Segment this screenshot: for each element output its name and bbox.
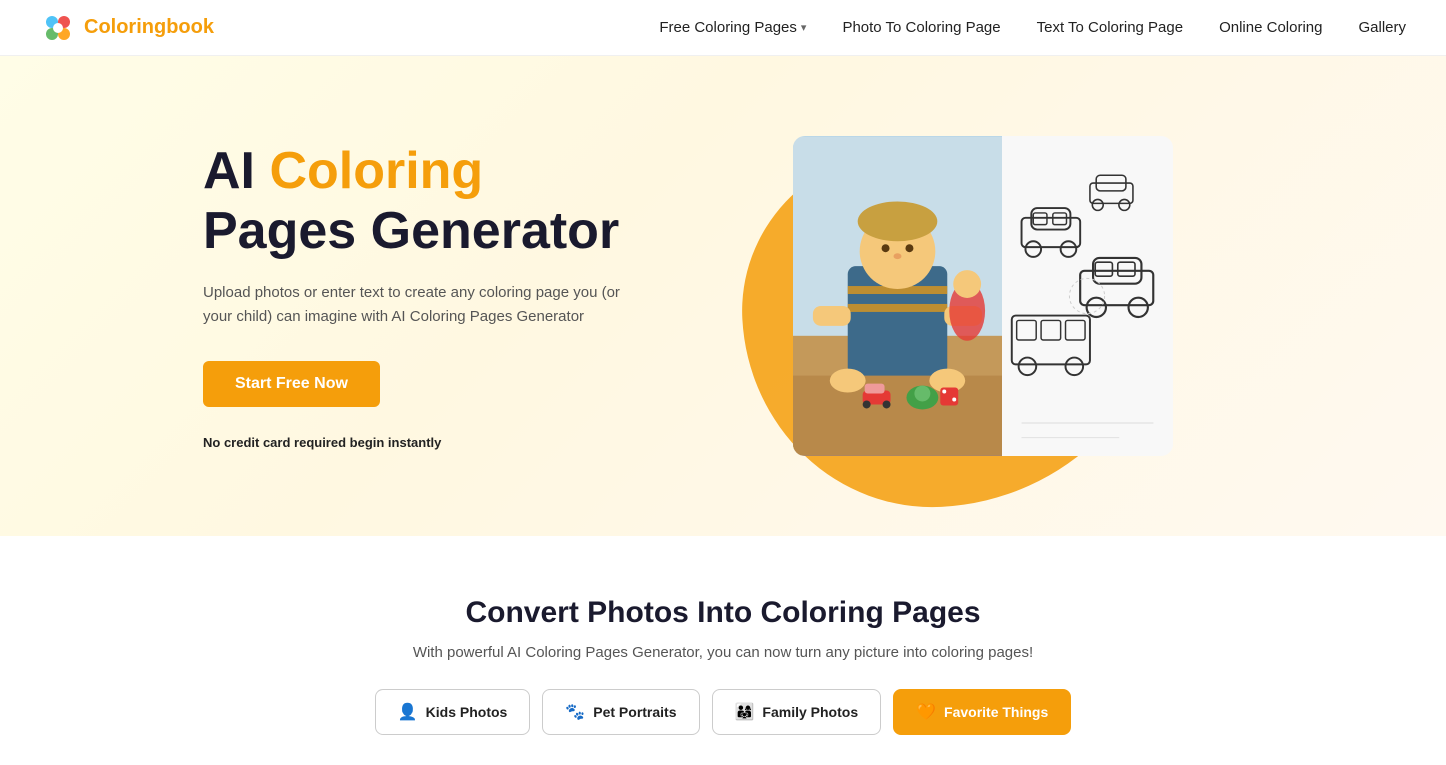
header: Coloringbook Free Coloring Pages ▾ Photo… [0, 0, 1446, 56]
hero-subtitle: Upload photos or enter text to create an… [203, 281, 623, 329]
nav-gallery[interactable]: Gallery [1358, 19, 1406, 36]
tab-kids-photos[interactable]: 👤 Kids Photos [375, 689, 531, 735]
hero-section: AI ColoringPages Generator Upload photos… [0, 56, 1446, 536]
nav-online-coloring[interactable]: Online Coloring [1219, 19, 1322, 36]
convert-section: Convert Photos Into Coloring Pages With … [0, 536, 1446, 765]
nav-free-coloring[interactable]: Free Coloring Pages ▾ [659, 19, 806, 36]
tab-pet-portraits[interactable]: 🐾 Pet Portraits [542, 689, 699, 735]
convert-title: Convert Photos Into Coloring Pages [40, 596, 1406, 630]
nav-text-coloring[interactable]: Text To Coloring Page [1037, 19, 1183, 36]
hero-photo-side [793, 136, 1002, 456]
hero-title: AI ColoringPages Generator [203, 142, 723, 262]
hero-sketch-side [1002, 136, 1173, 456]
family-icon: 👨‍👩‍👧 [735, 702, 755, 722]
hero-content: AI ColoringPages Generator Upload photos… [203, 142, 723, 451]
convert-subtitle: With powerful AI Coloring Pages Generato… [40, 644, 1406, 661]
nav-photo-coloring[interactable]: Photo To Coloring Page [842, 19, 1000, 36]
heart-icon: 🧡 [916, 702, 936, 722]
logo[interactable]: Coloringbook [40, 10, 214, 46]
chevron-down-icon: ▾ [801, 21, 807, 34]
logo-icon [40, 10, 76, 46]
start-free-button[interactable]: Start Free Now [203, 361, 380, 407]
main-nav: Free Coloring Pages ▾ Photo To Coloring … [659, 19, 1406, 36]
pet-icon: 🐾 [565, 702, 585, 722]
hero-image-area [723, 136, 1243, 456]
tab-favorite-things[interactable]: 🧡 Favorite Things [893, 689, 1071, 735]
hero-image-container [793, 136, 1173, 456]
kids-icon: 👤 [398, 702, 418, 722]
no-credit-card-text: No credit card required begin instantly [203, 435, 723, 450]
child-photo-svg [793, 136, 1002, 456]
tab-family-photos[interactable]: 👨‍👩‍👧 Family Photos [712, 689, 882, 735]
coloring-sketch-svg [1002, 136, 1173, 456]
logo-text: Coloringbook [84, 16, 214, 39]
photo-tabs: 👤 Kids Photos 🐾 Pet Portraits 👨‍👩‍👧 Fami… [40, 689, 1406, 735]
